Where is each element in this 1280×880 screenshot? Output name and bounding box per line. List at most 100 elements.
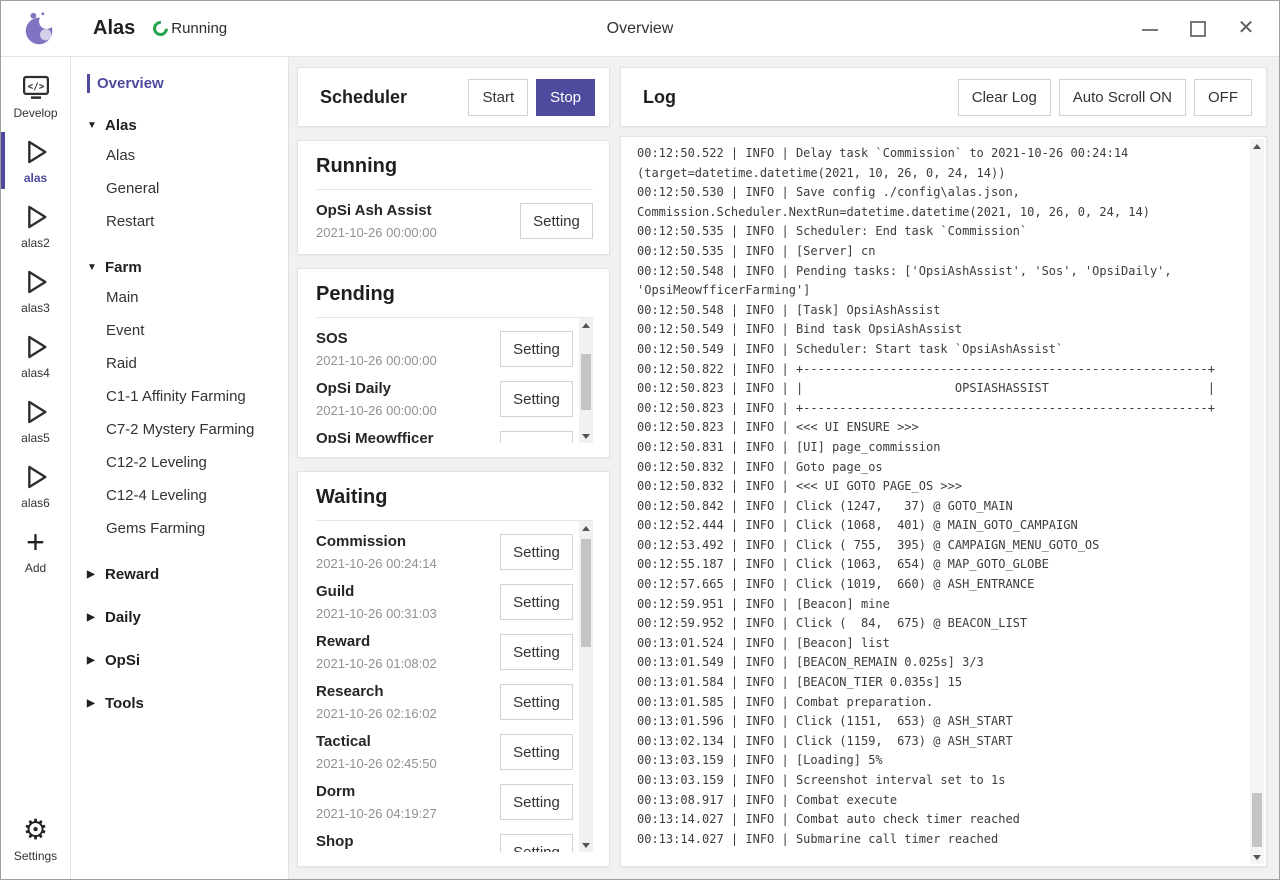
task-time: 2021-10-26 01:08:02 xyxy=(316,656,492,671)
nav-group-label: Tools xyxy=(105,695,144,712)
stop-button[interactable]: Stop xyxy=(536,79,595,116)
nav-group-header-reward[interactable]: ▶Reward xyxy=(71,561,288,588)
nav-group-header-tools[interactable]: ▶Tools xyxy=(71,690,288,717)
nav-group-tools: ▶Tools xyxy=(71,690,288,717)
setting-button[interactable]: Setting xyxy=(500,431,573,443)
setting-button[interactable]: Setting xyxy=(500,834,573,852)
rail-item-label: alas5 xyxy=(21,431,50,445)
setting-button[interactable]: Setting xyxy=(500,534,573,570)
setting-button[interactable]: Setting xyxy=(500,784,573,820)
nav-item-c7-2-mystery-farming[interactable]: C7-2 Mystery Farming xyxy=(71,413,288,446)
scroll-up-icon[interactable] xyxy=(579,521,593,535)
log-line: 00:13:01.549 | INFO | [BEACON_REMAIN 0.0… xyxy=(637,653,1222,673)
play-icon xyxy=(19,330,53,364)
task-meta: Research2021-10-26 02:16:02 xyxy=(316,682,500,721)
log-line: 00:13:02.134 | INFO | Click (1159, 673) … xyxy=(637,732,1222,752)
play-icon xyxy=(19,200,53,234)
log-line: 00:12:50.535 | INFO | [Server] cn xyxy=(637,242,1222,262)
pending-scroll-thumb[interactable] xyxy=(581,354,591,410)
scroll-down-icon[interactable] xyxy=(579,429,593,443)
log-title: Log xyxy=(643,87,676,108)
running-title: Running xyxy=(316,155,593,190)
nav-item-restart[interactable]: Restart xyxy=(71,205,288,238)
scroll-up-icon[interactable] xyxy=(1250,139,1264,153)
waiting-scroll-thumb[interactable] xyxy=(581,539,591,647)
task-meta: Commission2021-10-26 00:24:14 xyxy=(316,532,500,571)
task-time: 2021-10-26 02:16:02 xyxy=(316,706,492,721)
running-status-label: Running xyxy=(171,20,227,37)
running-card: Running OpSi Ash Assist2021-10-26 00:00:… xyxy=(297,140,610,255)
rail-item-settings[interactable]: ⚙ Settings xyxy=(1,806,70,871)
close-button[interactable]: ✕ xyxy=(1237,20,1255,38)
pending-scrollbar[interactable] xyxy=(579,318,593,443)
waiting-scrollbar[interactable] xyxy=(579,521,593,852)
setting-button[interactable]: Setting xyxy=(500,634,573,670)
setting-button[interactable]: Setting xyxy=(500,584,573,620)
nav-item-overview[interactable]: Overview xyxy=(71,71,288,96)
nav-group-header-opsi[interactable]: ▶OpSi xyxy=(71,647,288,674)
waiting-title: Waiting xyxy=(316,486,593,521)
nav-group-label: Farm xyxy=(105,259,142,276)
start-button[interactable]: Start xyxy=(468,79,528,116)
maximize-button[interactable] xyxy=(1189,20,1207,38)
nav-item-general[interactable]: General xyxy=(71,172,288,205)
setting-button[interactable]: Setting xyxy=(500,331,573,367)
main-content: Scheduler Start Stop Running OpSi Ash As… xyxy=(289,57,1279,879)
nav-menu: Overview ▼AlasAlasGeneralRestart▼FarmMai… xyxy=(71,57,289,879)
clear-log-button[interactable]: Clear Log xyxy=(958,79,1051,116)
log-line: 00:12:50.549 | INFO | Scheduler: Start t… xyxy=(637,340,1222,360)
log-header-card: Log Clear Log Auto Scroll ON OFF xyxy=(620,67,1267,127)
rail-item-add[interactable]: +Add xyxy=(1,518,70,583)
instance-rail: </>Developalasalas2alas3alas4 alas5 alas6+… xyxy=(1,57,71,879)
task-name: Guild xyxy=(316,582,492,601)
task-name: OpSi Meowfficer Farming xyxy=(316,429,492,443)
task-row: ShopSetting xyxy=(316,821,573,852)
log-line: 00:12:59.951 | INFO | [Beacon] mine xyxy=(637,595,1222,615)
nav-item-event[interactable]: Event xyxy=(71,314,288,347)
task-row: Dorm2021-10-26 04:19:27Setting xyxy=(316,771,573,821)
log-scroll-thumb[interactable] xyxy=(1252,793,1262,847)
rail-item-label: Develop xyxy=(13,106,57,120)
task-time: 2021-10-26 04:19:27 xyxy=(316,806,492,821)
rail-item-alas5[interactable]: alas5 xyxy=(1,388,70,453)
log-line: 00:12:53.492 | INFO | Click ( 755, 395) … xyxy=(637,536,1222,556)
minimize-button[interactable] xyxy=(1141,20,1159,38)
rail-item-alas6[interactable]: alas6 xyxy=(1,453,70,518)
rail-item-alas4[interactable]: alas4 xyxy=(1,323,70,388)
nav-item-raid[interactable]: Raid xyxy=(71,347,288,380)
autoscroll-off-button[interactable]: OFF xyxy=(1194,79,1252,116)
nav-group-header-daily[interactable]: ▶Daily xyxy=(71,604,288,631)
nav-item-gems-farming[interactable]: Gems Farming xyxy=(71,512,288,545)
log-scrollbar[interactable] xyxy=(1250,139,1264,864)
rail-item-alas2[interactable]: alas2 xyxy=(1,193,70,258)
setting-button[interactable]: Setting xyxy=(520,203,593,239)
nav-item-main[interactable]: Main xyxy=(71,281,288,314)
setting-button[interactable]: Setting xyxy=(500,381,573,417)
autoscroll-on-button[interactable]: Auto Scroll ON xyxy=(1059,79,1186,116)
rail-item-alas[interactable]: alas xyxy=(1,128,70,193)
log-output: 00:12:50.522 | INFO | Delay task `Commis… xyxy=(637,144,1240,859)
task-time: 2021-10-26 00:00:00 xyxy=(316,353,492,368)
log-line: 00:12:50.823 | INFO | <<< UI ENSURE >>> xyxy=(637,418,1222,438)
log-line: 00:13:01.585 | INFO | Combat preparation… xyxy=(637,693,1222,713)
scroll-up-icon[interactable] xyxy=(579,318,593,332)
scroll-down-icon[interactable] xyxy=(1250,850,1264,864)
nav-group-header-alas[interactable]: ▼Alas xyxy=(71,112,288,139)
log-line: 00:12:50.822 | INFO | +-----------------… xyxy=(637,360,1222,380)
rail-item-alas3[interactable]: alas3 xyxy=(1,258,70,323)
nav-group-header-farm[interactable]: ▼Farm xyxy=(71,254,288,281)
nav-item-c1-1-affinity-farming[interactable]: C1-1 Affinity Farming xyxy=(71,380,288,413)
nav-item-c12-4-leveling[interactable]: C12-4 Leveling xyxy=(71,479,288,512)
task-row: Guild2021-10-26 00:31:03Setting xyxy=(316,571,573,621)
scroll-down-icon[interactable] xyxy=(579,838,593,852)
log-line: 00:12:50.823 | INFO | +-----------------… xyxy=(637,399,1222,419)
nav-item-c12-2-leveling[interactable]: C12-2 Leveling xyxy=(71,446,288,479)
setting-button[interactable]: Setting xyxy=(500,684,573,720)
nav-group-daily: ▶Daily xyxy=(71,604,288,631)
rail-item-develop[interactable]: </>Develop xyxy=(1,63,70,128)
chevron-down-icon: ▼ xyxy=(87,262,105,273)
task-meta: SOS2021-10-26 00:00:00 xyxy=(316,329,500,368)
setting-button[interactable]: Setting xyxy=(500,734,573,770)
nav-item-alas[interactable]: Alas xyxy=(71,139,288,172)
play-icon xyxy=(19,460,53,494)
